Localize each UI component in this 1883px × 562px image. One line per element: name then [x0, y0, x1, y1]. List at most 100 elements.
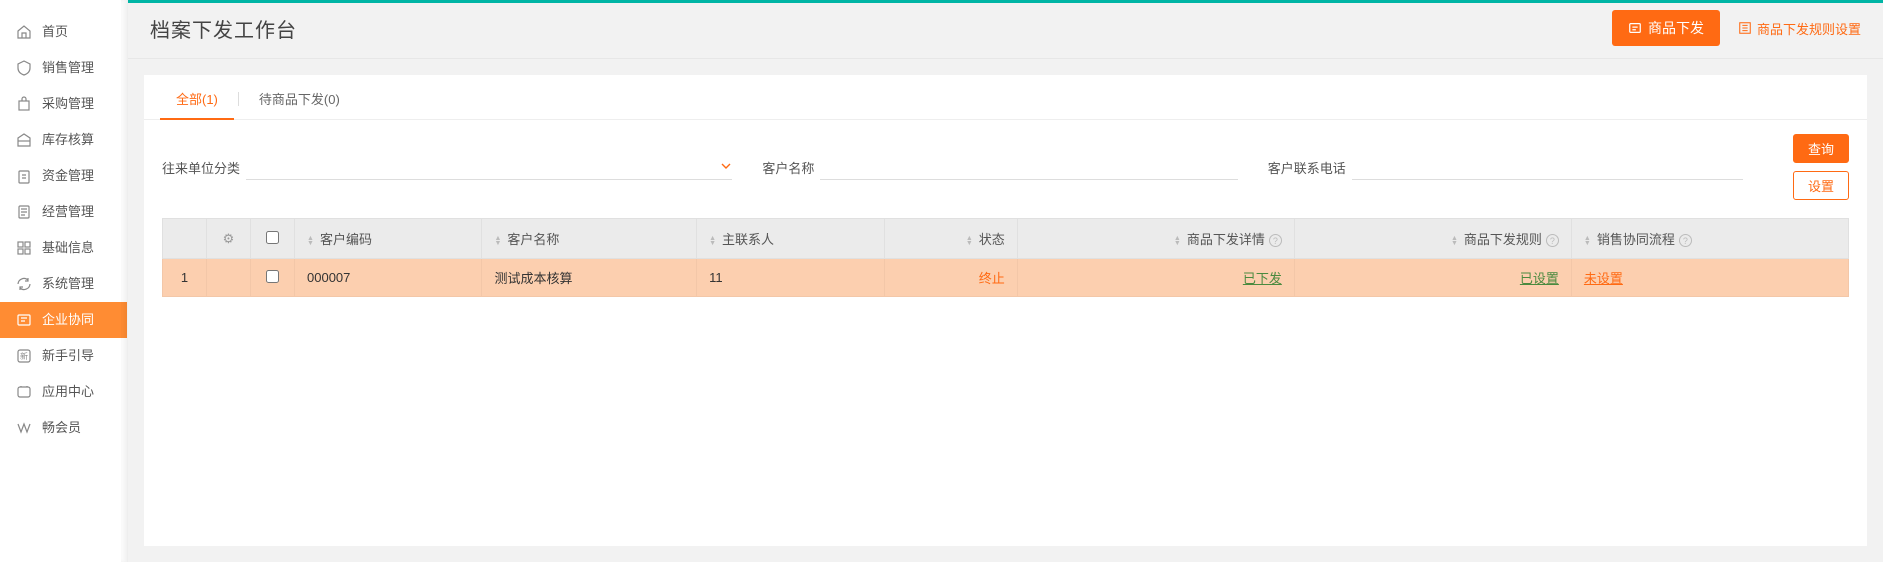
- page-title: 档案下发工作台: [150, 14, 1612, 43]
- tabs: 全部(1) 待商品下发(0): [144, 75, 1867, 120]
- tab-all[interactable]: 全部(1): [160, 79, 234, 120]
- col-flow[interactable]: 销售协同流程?: [1571, 219, 1848, 259]
- cell-contact: 11: [697, 259, 884, 297]
- detail-link[interactable]: 已下发: [1243, 271, 1282, 286]
- table-container: ⚙ 客户编码 客户名称 主联系人 状态 商品下发详情? 商品下发规则? 销售协同…: [144, 218, 1867, 297]
- col-contact[interactable]: 主联系人: [697, 219, 884, 259]
- svg-text:新: 新: [20, 351, 28, 361]
- cell-flow: 未设置: [1571, 259, 1848, 297]
- filter-name-label: 客户名称: [762, 158, 814, 177]
- main-header: 档案下发工作台 商品下发 商品下发规则设置: [128, 0, 1883, 59]
- info-icon: ?: [1269, 234, 1282, 247]
- distribute-button[interactable]: 商品下发: [1612, 10, 1720, 46]
- sort-icon: [1174, 236, 1181, 246]
- filter-phone-label: 客户联系电话: [1268, 158, 1346, 177]
- col-status[interactable]: 状态: [884, 219, 1017, 259]
- sidebar-item-label: 新手引导: [42, 347, 94, 365]
- filter-name: 客户名称: [762, 154, 1237, 180]
- cell-detail: 已下发: [1017, 259, 1294, 297]
- rule-icon: [1738, 21, 1752, 35]
- filters-row: 往来单位分类 客户名称 客户联系电话 查询 设置: [144, 120, 1867, 218]
- col-name[interactable]: 客户名称: [482, 219, 697, 259]
- sidebar-item-funds[interactable]: 资金管理: [0, 158, 127, 194]
- distribute-icon: [1628, 21, 1642, 35]
- sidebar-item-appcenter[interactable]: 应用中心: [0, 374, 127, 410]
- sidebar-item-home[interactable]: 首页: [0, 14, 127, 50]
- sidebar-item-purchase[interactable]: 采购管理: [0, 86, 127, 122]
- sidebar-item-sales[interactable]: 销售管理: [0, 50, 127, 86]
- flow-link[interactable]: 未设置: [1584, 271, 1623, 286]
- sidebar-item-label: 资金管理: [42, 167, 94, 185]
- row-checkbox[interactable]: [266, 270, 279, 283]
- rule-link[interactable]: 已设置: [1520, 271, 1559, 286]
- sidebar-item-system[interactable]: 系统管理: [0, 266, 127, 302]
- table-header-row: ⚙ 客户编码 客户名称 主联系人 状态 商品下发详情? 商品下发规则? 销售协同…: [163, 219, 1849, 259]
- sidebar-item-inventory[interactable]: 库存核算: [0, 122, 127, 158]
- sidebar-item-guide[interactable]: 新 新手引导: [0, 338, 127, 374]
- home-icon: [16, 24, 32, 40]
- cycle-icon: [16, 276, 32, 292]
- filter-category: 往来单位分类: [162, 154, 732, 180]
- rule-settings-link[interactable]: 商品下发规则设置: [1738, 19, 1861, 38]
- sidebar-item-collaboration[interactable]: 企业协同: [0, 302, 127, 338]
- sort-icon: [494, 236, 501, 246]
- col-detail[interactable]: 商品下发详情?: [1017, 219, 1294, 259]
- filter-category-input[interactable]: [246, 154, 732, 180]
- app-icon: [16, 384, 32, 400]
- grid-icon: [16, 240, 32, 256]
- house-icon: [16, 132, 32, 148]
- main-content: 档案下发工作台 商品下发 商品下发规则设置 全部(1) 待商品下发(0): [128, 0, 1883, 562]
- col-rule[interactable]: 商品下发规则?: [1294, 219, 1571, 259]
- cell-name: 测试成本核算: [482, 259, 697, 297]
- cell-rowno: 1: [163, 259, 207, 297]
- tag-icon: [16, 60, 32, 76]
- filter-phone: 客户联系电话: [1268, 154, 1743, 180]
- content-panel: 全部(1) 待商品下发(0) 往来单位分类 客户名称 客户联系电话: [144, 75, 1867, 546]
- cell-rule: 已设置: [1294, 259, 1571, 297]
- tab-pending[interactable]: 待商品下发(0): [243, 79, 356, 120]
- filter-buttons: 查询 设置: [1793, 134, 1849, 200]
- sidebar-item-label: 应用中心: [42, 383, 94, 401]
- tab-separator: [238, 92, 239, 106]
- cell-status: 终止: [884, 259, 1017, 297]
- sidebar-item-label: 经营管理: [42, 203, 94, 221]
- sidebar-item-operations[interactable]: 经营管理: [0, 194, 127, 230]
- sidebar-item-label: 畅会员: [42, 419, 81, 437]
- header-checkbox[interactable]: [266, 231, 279, 244]
- info-icon: ?: [1679, 234, 1692, 247]
- sort-icon: [307, 236, 314, 246]
- table-row[interactable]: 1 000007 测试成本核算 11 终止 已下发 已设置 未设置: [163, 259, 1849, 297]
- filter-name-input[interactable]: [820, 154, 1237, 180]
- sidebar-item-label: 系统管理: [42, 275, 94, 293]
- gear-icon: ⚙: [223, 231, 235, 246]
- cell-code: 000007: [295, 259, 482, 297]
- col-gear[interactable]: ⚙: [207, 219, 251, 259]
- bag-icon: [16, 96, 32, 112]
- sidebar-item-label: 基础信息: [42, 239, 94, 257]
- vip-icon: [16, 420, 32, 436]
- sidebar-item-label: 库存核算: [42, 131, 94, 149]
- sidebar: 首页 销售管理 采购管理 库存核算 资金管理 经营管理 基础信息 系统管理: [0, 0, 128, 562]
- reset-button[interactable]: 设置: [1793, 171, 1849, 200]
- sidebar-item-vip[interactable]: 畅会员: [0, 410, 127, 446]
- col-checkbox: [251, 219, 295, 259]
- sidebar-item-label: 首页: [42, 23, 68, 41]
- sort-icon: [1451, 236, 1458, 246]
- new-icon: 新: [16, 348, 32, 364]
- filter-category-label: 往来单位分类: [162, 158, 240, 177]
- col-code[interactable]: 客户编码: [295, 219, 482, 259]
- sidebar-item-label: 销售管理: [42, 59, 94, 77]
- money-icon: [16, 168, 32, 184]
- info-icon: ?: [1546, 234, 1559, 247]
- cell-gear: [207, 259, 251, 297]
- data-table: ⚙ 客户编码 客户名称 主联系人 状态 商品下发详情? 商品下发规则? 销售协同…: [162, 218, 1849, 297]
- sort-icon: [966, 236, 973, 246]
- sidebar-item-basicinfo[interactable]: 基础信息: [0, 230, 127, 266]
- sidebar-item-label: 采购管理: [42, 95, 94, 113]
- col-rowno: [163, 219, 207, 259]
- filter-phone-input[interactable]: [1352, 154, 1743, 180]
- clipboard-icon: [16, 204, 32, 220]
- search-button[interactable]: 查询: [1793, 134, 1849, 163]
- sort-icon: [1584, 236, 1591, 246]
- sort-icon: [709, 236, 716, 246]
